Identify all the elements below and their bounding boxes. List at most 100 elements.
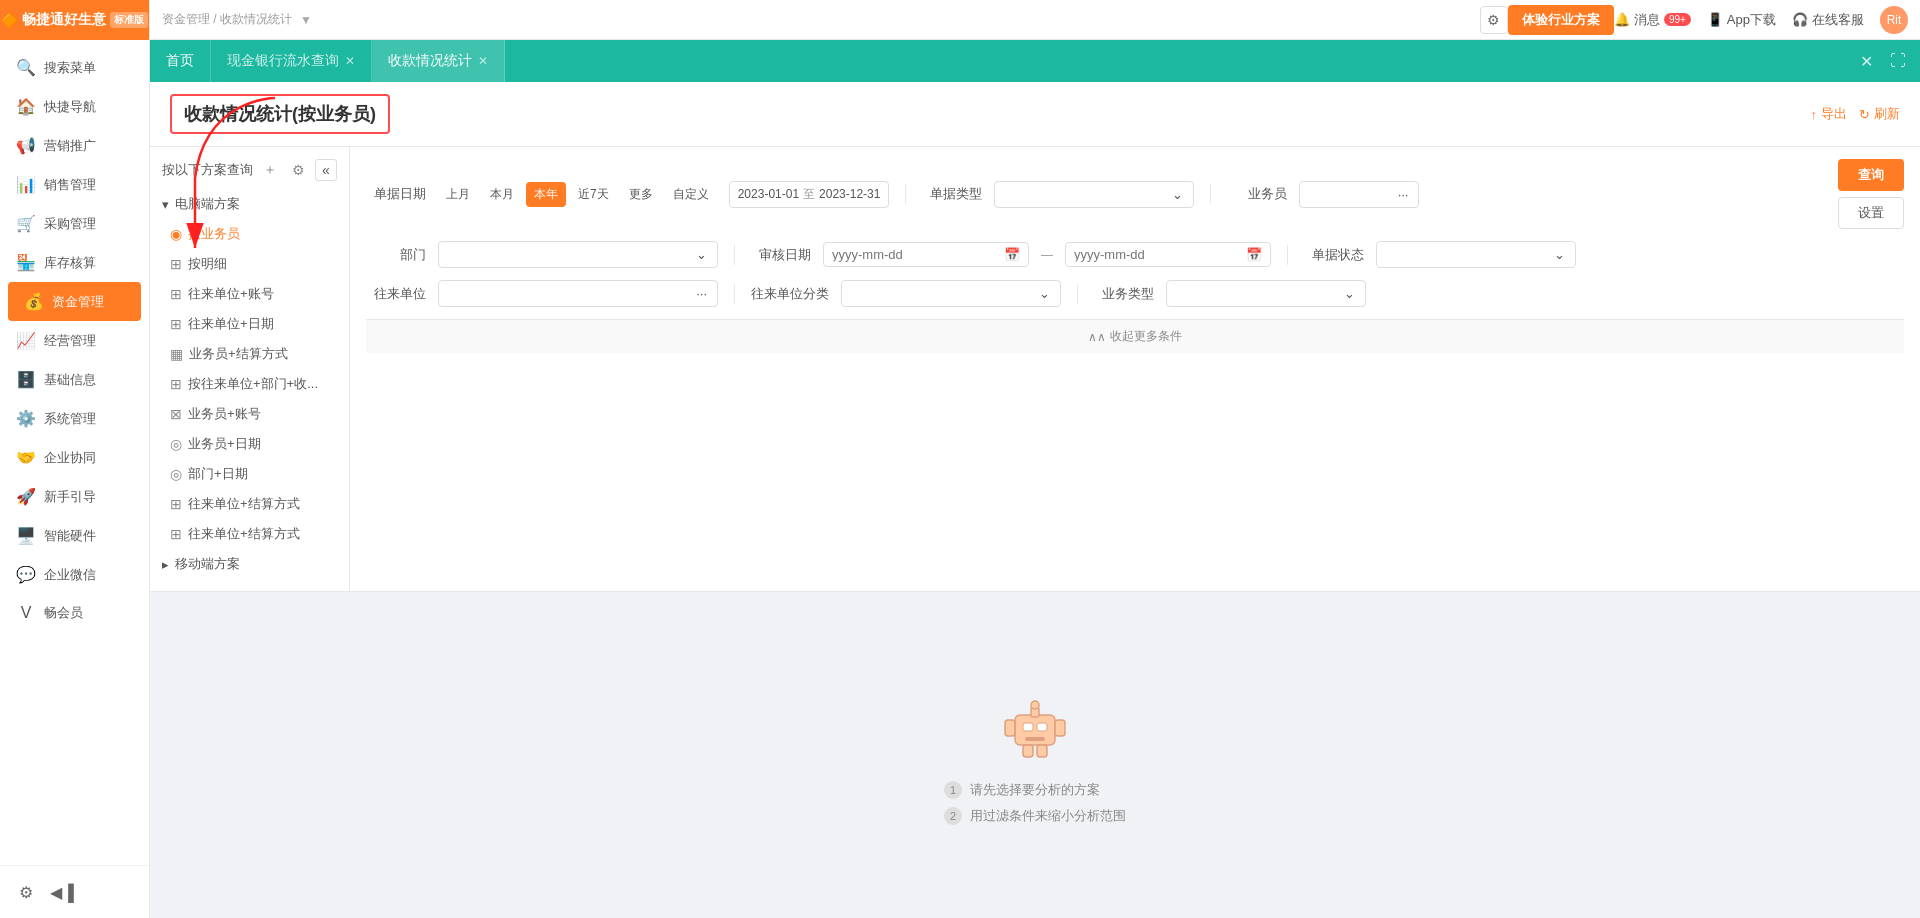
collapse-panel-btn[interactable]: «: [315, 159, 337, 181]
tab-bar: 首页 现金银行流水查询 ✕ 收款情况统计 ✕ ✕ ⛶: [150, 40, 1920, 82]
scheme-item-counterpart-dept[interactable]: ⊞ 按往来单位+部门+收...: [158, 369, 349, 399]
counterpart-class-select[interactable]: ⌄: [841, 280, 1061, 307]
date-tab-this-year[interactable]: 本年: [526, 182, 566, 207]
sidebar-item-hardware[interactable]: 🖥️ 智能硬件: [0, 516, 149, 555]
sidebar-item-finance[interactable]: 💰 资金管理: [8, 282, 141, 321]
tab-collection-stats[interactable]: 收款情况统计 ✕: [372, 40, 505, 82]
scheme-item-salesperson-acct[interactable]: ⊠ 业务员+账号: [158, 399, 349, 429]
page-area: 收款情况统计(按业务员) ↑ 导出 ↻ 刷新: [150, 82, 1920, 918]
shortcut-icon: 🏠: [16, 97, 36, 116]
sidebar-item-purchase[interactable]: 🛒 采购管理: [0, 204, 149, 243]
scheme-item-detail[interactable]: ⊞ 按明细: [158, 249, 349, 279]
scheme-item-ca-label: 往来单位+账号: [188, 285, 274, 303]
department-select[interactable]: ⌄: [438, 241, 718, 268]
user-avatar[interactable]: Rit: [1880, 6, 1908, 34]
svg-rect-8: [1055, 720, 1065, 736]
calendar-icon2: 📅: [1246, 247, 1262, 262]
member-icon: V: [16, 604, 36, 622]
refresh-button[interactable]: ↻ 刷新: [1859, 105, 1900, 123]
salesperson-label: 业务员: [1227, 185, 1287, 203]
sidebar-item-marketing[interactable]: 📢 营销推广: [0, 126, 149, 165]
tip-number-1: 1: [944, 781, 962, 799]
sidebar-item-wechat[interactable]: 💬 企业微信: [0, 555, 149, 594]
chevron-icon: ▾: [162, 197, 169, 212]
sidebar-item-collab[interactable]: 🤝 企业协同: [0, 438, 149, 477]
sidebar-item-shortcut[interactable]: 🏠 快捷导航: [0, 87, 149, 126]
scheme-item-salesperson-date[interactable]: ◎ 业务员+日期: [158, 429, 349, 459]
warehouse-icon: 🏪: [16, 253, 36, 272]
sidebar: 🔶 畅捷通好生意 标准版 🔍 搜索菜单 🏠 快捷导航 📢 营销推广 📊 销售管理…: [0, 0, 150, 918]
collapse-more-btn[interactable]: ∧∧ 收起更多条件: [366, 319, 1904, 353]
robot-illustration: [995, 685, 1075, 765]
export-button[interactable]: ↑ 导出: [1811, 105, 1848, 123]
sidebar-item-finance-label: 资金管理: [52, 293, 104, 311]
date-tab-this-month[interactable]: 本月: [482, 182, 522, 207]
doc-status-select[interactable]: ⌄: [1376, 241, 1576, 268]
doc-type-select[interactable]: ⌄: [994, 181, 1194, 208]
mobile-group[interactable]: ▸ 移动端方案: [150, 549, 349, 579]
filter-row-counterpart: 往来单位 ··· 往来单位分类 ⌄ 业务类型: [366, 280, 1904, 307]
settings-gear-btn[interactable]: ⚙: [1480, 6, 1508, 34]
dd-icon: ◎: [170, 466, 182, 482]
page-header: 收款情况统计(按业务员) ↑ 导出 ↻ 刷新: [150, 82, 1920, 147]
tab-bank-flow[interactable]: 现金银行流水查询 ✕: [211, 40, 372, 82]
date-input-area[interactable]: 2023-01-01 至 2023-12-31: [729, 181, 890, 208]
tab-collection-stats-close[interactable]: ✕: [478, 54, 488, 68]
tab-home[interactable]: 首页: [150, 40, 211, 82]
doc-type-label: 单据类型: [922, 185, 982, 203]
right-filter: 单据日期 上月 本月 本年 近7天 更多 自定义 2023-01-01 至: [350, 147, 1920, 591]
date-filter-label: 单据日期: [366, 185, 426, 203]
scheme-item-sp-label: 业务员+结算方式: [189, 345, 288, 363]
review-date-from-field[interactable]: [832, 247, 1000, 262]
settings-button[interactable]: 设置: [1838, 197, 1904, 229]
counterpart-select[interactable]: ···: [438, 280, 718, 307]
breadcrumb-area: 资金管理 / 收款情况统计 ▼: [162, 11, 1480, 28]
svg-rect-4: [1025, 737, 1045, 741]
add-scheme-btn[interactable]: ＋: [259, 159, 281, 181]
review-date-to-field[interactable]: [1074, 247, 1242, 262]
settings-icon-btn[interactable]: ⚙: [12, 878, 40, 906]
scheme-item-dept-date[interactable]: ◎ 部门+日期: [158, 459, 349, 489]
messages-tool[interactable]: 🔔 消息 99+: [1614, 11, 1691, 29]
sidebar-item-operation[interactable]: 📈 经营管理: [0, 321, 149, 360]
sidebar-item-guide[interactable]: 🚀 新手引导: [0, 477, 149, 516]
online-service-tool[interactable]: 🎧 在线客服: [1792, 11, 1864, 29]
app-download-tool[interactable]: 📱 App下载: [1707, 11, 1776, 29]
review-date-from-input[interactable]: 📅: [823, 242, 1029, 267]
sidebar-item-sales[interactable]: 📊 销售管理: [0, 165, 149, 204]
business-type-select[interactable]: ⌄: [1166, 280, 1366, 307]
purchase-icon: 🛒: [16, 214, 36, 233]
tab-bank-flow-close[interactable]: ✕: [345, 54, 355, 68]
empty-illustration: 1 请先选择要分析的方案 2 用过滤条件来缩小分析范围: [944, 685, 1126, 825]
query-button[interactable]: 查询: [1838, 159, 1904, 191]
date-tab-custom[interactable]: 自定义: [665, 182, 717, 207]
close-all-tabs-btn[interactable]: ✕: [1852, 47, 1880, 75]
trial-button[interactable]: 体验行业方案: [1508, 5, 1614, 35]
collapse-icon: ∧∧: [1088, 330, 1106, 344]
tip-text-1: 请先选择要分析的方案: [970, 781, 1100, 799]
scheme-item-sd-label: 业务员+日期: [188, 435, 261, 453]
date-tab-7days[interactable]: 近7天: [570, 182, 617, 207]
sidebar-item-warehouse[interactable]: 🏪 库存核算: [0, 243, 149, 282]
sidebar-item-system[interactable]: ⚙️ 系统管理: [0, 399, 149, 438]
maximize-btn[interactable]: ⛶: [1884, 47, 1912, 75]
scheme-item-counter-settle2[interactable]: ⊞ 往来单位+结算方式: [158, 519, 349, 549]
scheme-item-counterpart-date[interactable]: ⊞ 往来单位+日期: [158, 309, 349, 339]
scheme-item-counter-settle1[interactable]: ⊞ 往来单位+结算方式: [158, 489, 349, 519]
salesperson-select[interactable]: ···: [1299, 181, 1419, 208]
scheme-item-counterpart-account[interactable]: ⊞ 往来单位+账号: [158, 279, 349, 309]
detail-icon: ⊞: [170, 256, 182, 272]
review-date-to-input[interactable]: 📅: [1065, 242, 1271, 267]
collapse-sidebar-btn[interactable]: ◀▐: [48, 878, 76, 906]
sidebar-item-basic[interactable]: 🗄️ 基础信息: [0, 360, 149, 399]
scheme-item-salesperson[interactable]: ◉ 按业务员: [158, 219, 349, 249]
date-tab-last-month[interactable]: 上月: [438, 182, 478, 207]
sidebar-item-purchase-label: 采购管理: [44, 215, 96, 233]
scheme-item-salesperson-payment[interactable]: ▦ 业务员+结算方式: [158, 339, 349, 369]
desktop-group[interactable]: ▾ 电脑端方案: [150, 189, 349, 219]
manage-scheme-btn[interactable]: ⚙: [287, 159, 309, 181]
sidebar-item-member[interactable]: V 畅会员: [0, 594, 149, 632]
sidebar-item-search[interactable]: 🔍 搜索菜单: [0, 48, 149, 87]
left-panel-header: 按以下方案查询 ＋ ⚙ «: [150, 159, 349, 189]
date-tab-more[interactable]: 更多: [621, 182, 661, 207]
